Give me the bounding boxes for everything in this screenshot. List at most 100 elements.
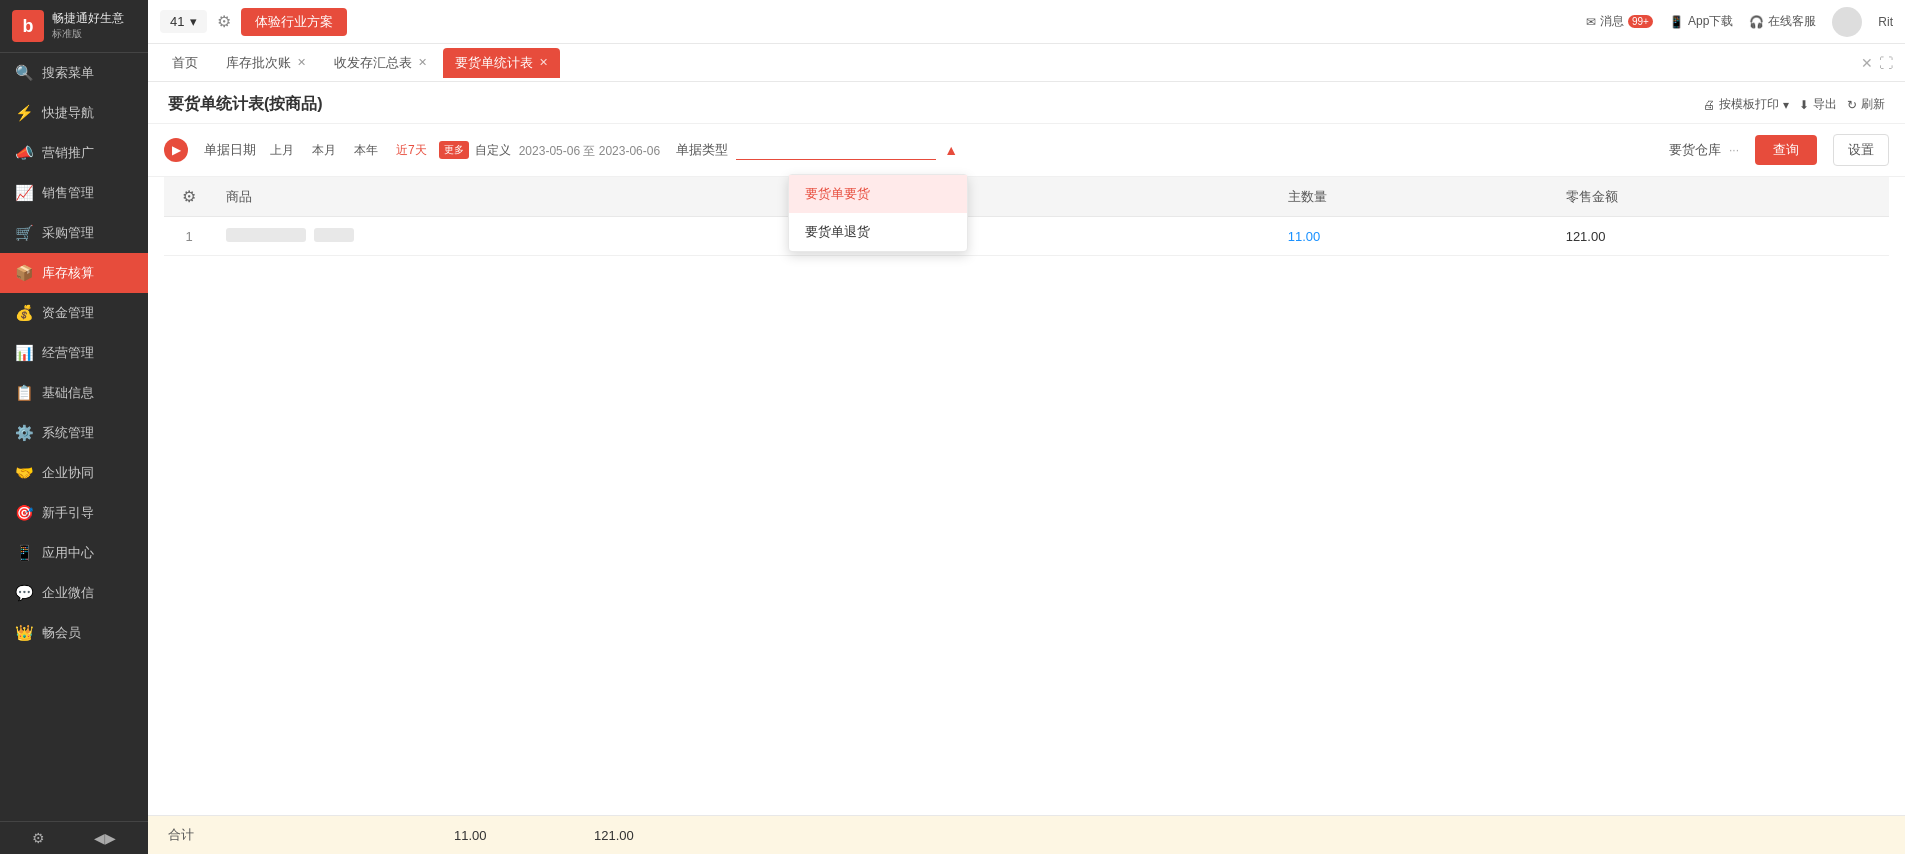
query-button[interactable]: 查询 bbox=[1755, 135, 1817, 165]
app-center-icon: 📱 bbox=[14, 543, 34, 563]
basics-icon: 📋 bbox=[14, 383, 34, 403]
type-filter-label: 单据类型 bbox=[676, 141, 728, 159]
sidebar-item-enterprise[interactable]: 🤝 企业协同 bbox=[0, 453, 148, 493]
sidebar-item-finance[interactable]: 💰 资金管理 bbox=[0, 293, 148, 333]
export-button[interactable]: ⬇ 导出 bbox=[1799, 96, 1837, 113]
date-filter-label: 单据日期 bbox=[204, 141, 256, 159]
tabbar-actions: ✕ ⛶ bbox=[1861, 55, 1893, 71]
row-num: 1 bbox=[164, 217, 214, 256]
service-icon: 🎧 bbox=[1749, 15, 1764, 29]
footer-label: 合计 bbox=[168, 826, 194, 844]
page-title: 要货单统计表(按商品) bbox=[168, 94, 323, 115]
tab-receivable-summary[interactable]: 收发存汇总表 ✕ bbox=[322, 48, 439, 78]
sidebar-item-app-center[interactable]: 📱 应用中心 bbox=[0, 533, 148, 573]
print-icon: 🖨 bbox=[1703, 98, 1715, 112]
logo-text: 畅捷通好生意 标准版 bbox=[52, 11, 124, 41]
col-qty: 主数量 bbox=[1276, 177, 1554, 217]
store-selector[interactable]: 41 ▾ bbox=[160, 10, 207, 33]
logo-icon: b bbox=[12, 10, 44, 42]
operations-icon: 📊 bbox=[14, 343, 34, 363]
tab-order-summary-close[interactable]: ✕ bbox=[539, 56, 548, 69]
service-button[interactable]: 🎧 在线客服 bbox=[1749, 13, 1816, 30]
page-actions: 🖨 按模板打印 ▾ ⬇ 导出 ↻ 刷新 bbox=[1703, 96, 1885, 113]
type-filter-input[interactable] bbox=[736, 140, 936, 160]
tab-home-label: 首页 bbox=[172, 54, 198, 72]
app-download-button[interactable]: 📱 App下载 bbox=[1669, 13, 1733, 30]
expand-button[interactable]: ▶ bbox=[164, 138, 188, 162]
page-content: 要货单统计表(按商品) 🖨 按模板打印 ▾ ⬇ 导出 ↻ 刷新 ▶ bbox=[148, 82, 1905, 854]
warehouse-filter-label: 要货仓库 bbox=[1669, 141, 1721, 159]
table-header-row: ⚙ 商品 主计量单位 主数量 零售金额 bbox=[164, 177, 1889, 217]
date-custom-button[interactable]: 自定义 bbox=[475, 142, 511, 159]
date-btn-7days[interactable]: 近7天 bbox=[390, 140, 433, 161]
table-settings-icon[interactable]: ⚙ bbox=[182, 188, 196, 205]
date-range-display: 2023-05-06 至 2023-06-06 bbox=[519, 143, 660, 160]
warehouse-more-icon[interactable]: ··· bbox=[1729, 143, 1739, 157]
settings-bottom-icon[interactable]: ⚙ bbox=[32, 830, 45, 846]
tab-close-all-icon[interactable]: ✕ bbox=[1861, 55, 1873, 71]
enterprise-icon: 🤝 bbox=[14, 463, 34, 483]
sidebar-item-member[interactable]: 👑 畅会员 bbox=[0, 613, 148, 653]
system-icon: ⚙️ bbox=[14, 423, 34, 443]
collapse-icon[interactable]: ◀▶ bbox=[94, 830, 116, 846]
wechat-icon: 💬 bbox=[14, 583, 34, 603]
refresh-button[interactable]: ↻ 刷新 bbox=[1847, 96, 1885, 113]
user-avatar[interactable] bbox=[1832, 7, 1862, 37]
type-filter-arrow[interactable]: ▲ bbox=[944, 142, 958, 158]
sidebar-item-marketing[interactable]: 📣 营销推广 bbox=[0, 133, 148, 173]
sidebar: b 畅捷通好生意 标准版 🔍 搜索菜单 ⚡ 快捷导航 📣 营销推广 📈 销售管理… bbox=[0, 0, 148, 854]
sidebar-item-purchase[interactable]: 🛒 采购管理 bbox=[0, 213, 148, 253]
row-qty[interactable]: 11.00 bbox=[1276, 217, 1554, 256]
purchase-icon: 🛒 bbox=[14, 223, 34, 243]
store-dropdown-icon: ▾ bbox=[190, 14, 197, 29]
filter-settings-button[interactable]: 设置 bbox=[1833, 134, 1889, 166]
sidebar-item-inventory[interactable]: 📦 库存核算 bbox=[0, 253, 148, 293]
sidebar-item-guide[interactable]: 🎯 新手引导 bbox=[0, 493, 148, 533]
tab-expand-icon[interactable]: ⛶ bbox=[1879, 55, 1893, 71]
sidebar-item-wechat[interactable]: 💬 企业微信 bbox=[0, 573, 148, 613]
tab-home[interactable]: 首页 bbox=[160, 48, 210, 78]
search-icon: 🔍 bbox=[14, 63, 34, 83]
date-btn-this-year[interactable]: 本年 bbox=[348, 140, 384, 161]
print-button[interactable]: 🖨 按模板打印 ▾ bbox=[1703, 96, 1789, 113]
product-bar-2 bbox=[314, 228, 354, 242]
tab-inventory-batch-close[interactable]: ✕ bbox=[297, 56, 306, 69]
sidebar-nav: 🔍 搜索菜单 ⚡ 快捷导航 📣 营销推广 📈 销售管理 🛒 采购管理 📦 库存核… bbox=[0, 53, 148, 821]
tabbar: 首页 库存批次账 ✕ 收发存汇总表 ✕ 要货单统计表 ✕ ✕ ⛶ bbox=[148, 44, 1905, 82]
date-btn-last-month[interactable]: 上月 bbox=[264, 140, 300, 161]
page-header: 要货单统计表(按商品) 🖨 按模板打印 ▾ ⬇ 导出 ↻ 刷新 bbox=[148, 82, 1905, 123]
footer-qty: 11.00 bbox=[454, 828, 534, 843]
date-more-button[interactable]: 更多 bbox=[439, 141, 469, 159]
sidebar-item-basics[interactable]: 📋 基础信息 bbox=[0, 373, 148, 413]
print-dropdown-icon: ▾ bbox=[1783, 98, 1789, 112]
sidebar-item-operations[interactable]: 📊 经营管理 bbox=[0, 333, 148, 373]
sidebar-item-system[interactable]: ⚙️ 系统管理 bbox=[0, 413, 148, 453]
sidebar-item-search[interactable]: 🔍 搜索菜单 bbox=[0, 53, 148, 93]
member-icon: 👑 bbox=[14, 623, 34, 643]
sidebar-item-quick-nav[interactable]: ⚡ 快捷导航 bbox=[0, 93, 148, 133]
sales-icon: 📈 bbox=[14, 183, 34, 203]
trial-button[interactable]: 体验行业方案 bbox=[241, 8, 347, 36]
product-bar-1 bbox=[226, 228, 306, 242]
sidebar-item-sales[interactable]: 📈 销售管理 bbox=[0, 173, 148, 213]
message-button[interactable]: ✉ 消息 99+ bbox=[1586, 13, 1653, 30]
data-table: ⚙ 商品 主计量单位 主数量 零售金额 1 bbox=[164, 177, 1889, 256]
dropdown-item-order-goods[interactable]: 要货单要货 bbox=[789, 175, 967, 213]
col-settings[interactable]: ⚙ bbox=[164, 177, 214, 217]
footer-amount: 121.00 bbox=[594, 828, 674, 843]
tab-order-summary[interactable]: 要货单统计表 ✕ bbox=[443, 48, 560, 78]
filter-bar: ▶ 单据日期 上月 本月 本年 近7天 更多 自定义 2023-05-06 至 … bbox=[148, 123, 1905, 177]
warehouse-filter-group: 要货仓库 ··· bbox=[1669, 141, 1739, 159]
tab-receivable-summary-close[interactable]: ✕ bbox=[418, 56, 427, 69]
guide-icon: 🎯 bbox=[14, 503, 34, 523]
dropdown-item-order-return[interactable]: 要货单退货 bbox=[789, 213, 967, 251]
topbar-settings-icon[interactable]: ⚙ bbox=[217, 12, 231, 31]
table-row: 1 块 11.00 121.00 bbox=[164, 217, 1889, 256]
date-btn-this-month[interactable]: 本月 bbox=[306, 140, 342, 161]
type-filter-group: 单据类型 ▲ bbox=[676, 140, 1653, 160]
tab-inventory-batch-label: 库存批次账 bbox=[226, 54, 291, 72]
tab-inventory-batch[interactable]: 库存批次账 ✕ bbox=[214, 48, 318, 78]
topbar-left: 41 ▾ ⚙ 体验行业方案 bbox=[160, 8, 1586, 36]
row-amount: 121.00 bbox=[1554, 217, 1889, 256]
quick-nav-icon: ⚡ bbox=[14, 103, 34, 123]
